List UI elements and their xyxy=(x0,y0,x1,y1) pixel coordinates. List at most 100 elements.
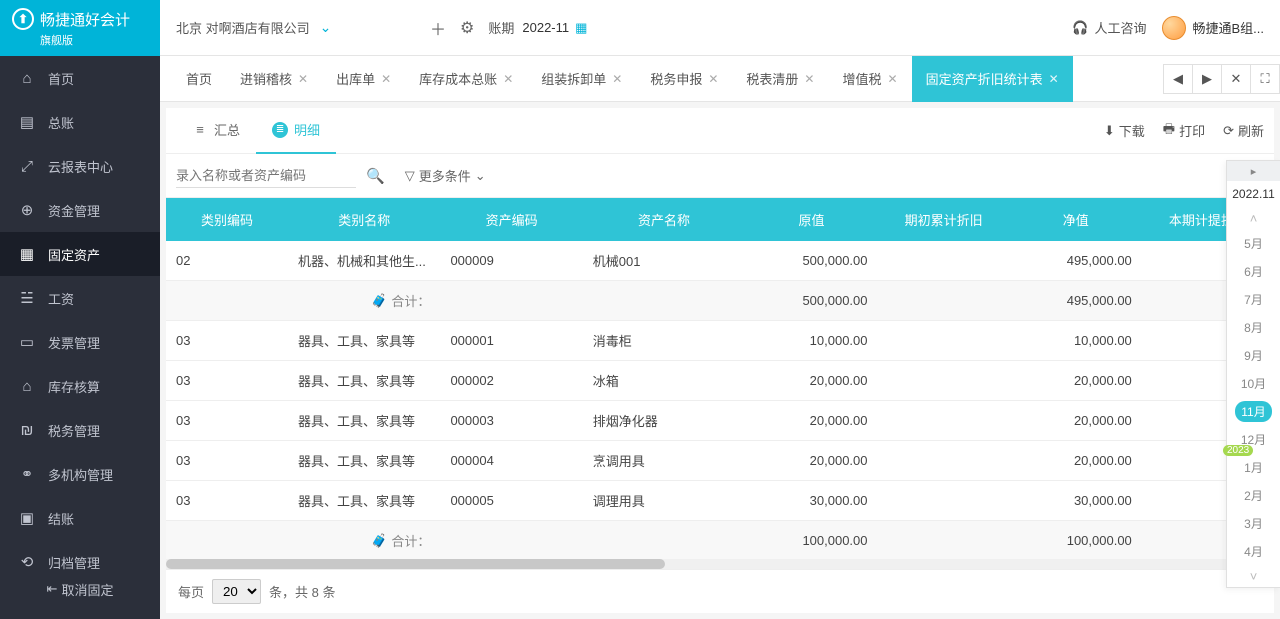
nav-item[interactable]: ▭ 发票管理 xyxy=(0,320,160,364)
nav-item[interactable]: ⌂首页 xyxy=(0,56,160,100)
nav-item[interactable]: ₪税务管理 xyxy=(0,408,160,452)
search-input[interactable] xyxy=(176,164,356,188)
date-rail: ▸ 2022.11 ˄ 5月6月7月8月9月10月11月12月20231月2月3… xyxy=(1226,160,1280,588)
consult-button[interactable]: 🎧 人工咨询 xyxy=(1072,18,1146,37)
download-button[interactable]: ⬇下载 xyxy=(1104,120,1145,142)
column-header[interactable]: 类别名称 xyxy=(288,198,440,241)
brand-name: 畅捷通好会计 xyxy=(40,9,130,30)
tab-close-icon[interactable]: ✕ xyxy=(804,72,814,86)
nav-item[interactable]: ▣结账 xyxy=(0,496,160,540)
nav-item[interactable]: ▦固定资产 xyxy=(0,232,160,276)
gear-icon[interactable]: ⚙ xyxy=(460,18,474,38)
per-page-select[interactable]: 20 xyxy=(212,579,261,604)
table-row[interactable]: 03 器具、工具、家具等 000002 冰箱 20,000.00 20,000.… xyxy=(166,361,1274,401)
tab-close-icon[interactable]: ✕ xyxy=(1049,72,1059,86)
nav-label: 发票管理 xyxy=(48,333,100,352)
rail-month[interactable]: 20231月 xyxy=(1227,453,1280,481)
tab-next-button[interactable]: ▶ xyxy=(1192,64,1222,94)
nav-item[interactable]: ⤢云报表中心 xyxy=(0,144,160,188)
rail-month[interactable]: 10月 xyxy=(1227,369,1280,397)
tab[interactable]: 税务申报✕ xyxy=(636,56,732,102)
tab[interactable]: 税表清册✕ xyxy=(732,56,828,102)
subtab-summary[interactable]: ≡ 汇总 xyxy=(176,108,256,154)
nav-icon: ⤢ xyxy=(18,157,36,175)
rail-month[interactable]: 5月 xyxy=(1227,229,1280,257)
cell-cat-name: 器具、工具、家具等 xyxy=(288,401,440,441)
content-area: ≡ 汇总 ≣ 明细 ⬇下载 🖶打印 ⟳刷新 🔍 ▽ 更多条件 ⌄ xyxy=(160,102,1280,619)
cell-orig: 30,000.00 xyxy=(745,481,877,521)
tab[interactable]: 首页 xyxy=(172,56,226,102)
nav-item[interactable]: ☱工资 xyxy=(0,276,160,320)
tab[interactable]: 增值税✕ xyxy=(828,56,911,102)
nav-item[interactable]: ⊕资金管理 xyxy=(0,188,160,232)
more-filter-button[interactable]: ▽ 更多条件 ⌄ xyxy=(405,166,486,185)
tab[interactable]: 固定资产折旧统计表✕ xyxy=(912,56,1073,102)
table-row[interactable]: 🧳合计： 100,000.00 100,000.00 xyxy=(166,521,1274,560)
tab[interactable]: 进销稽核✕ xyxy=(226,56,322,102)
tab[interactable]: 组装拆卸单✕ xyxy=(527,56,636,102)
subtab-bar: ≡ 汇总 ≣ 明细 ⬇下载 🖶打印 ⟳刷新 xyxy=(166,108,1274,154)
tab[interactable]: 出库单✕ xyxy=(322,56,405,102)
rail-month[interactable]: 6月 xyxy=(1227,257,1280,285)
table-row[interactable]: 🧳合计： 500,000.00 495,000.00 5,000 xyxy=(166,281,1274,321)
search-icon[interactable]: 🔍 xyxy=(366,167,385,185)
cell-asset-name: 机械001 xyxy=(583,241,746,281)
rail-scroll-down[interactable]: ˅ xyxy=(1227,565,1280,587)
cell-cat-name: 机器、机械和其他生... xyxy=(288,241,440,281)
horizontal-scrollbar[interactable] xyxy=(166,559,1274,569)
rail-month[interactable]: 2月 xyxy=(1227,481,1280,509)
column-header[interactable]: 资产编码 xyxy=(440,198,582,241)
user-menu[interactable]: 畅捷通B组... xyxy=(1162,16,1264,40)
table-scroll[interactable]: 类别编码类别名称资产编码资产名称原值期初累计折旧净值本期计提折旧 02 机器、机… xyxy=(166,198,1274,559)
cell-begin-dep xyxy=(878,481,1010,521)
column-header[interactable]: 原值 xyxy=(745,198,877,241)
nav-item[interactable]: ⚭多机构管理 xyxy=(0,452,160,496)
nav-icon: ▤ xyxy=(18,113,36,131)
cell-net: 495,000.00 xyxy=(1010,281,1142,321)
table-row[interactable]: 03 器具、工具、家具等 000001 消毒柜 10,000.00 10,000… xyxy=(166,321,1274,361)
rail-collapse[interactable]: ▸ xyxy=(1227,161,1280,181)
tab-close-button[interactable]: ✕ xyxy=(1221,64,1251,94)
cell-cat-code: 03 xyxy=(166,441,288,481)
subtab-detail[interactable]: ≣ 明细 xyxy=(256,108,336,154)
cancel-fixed-button[interactable]: ⇤ 取消固定 xyxy=(0,571,160,607)
column-header[interactable]: 资产名称 xyxy=(583,198,746,241)
rail-month[interactable]: 4月 xyxy=(1227,537,1280,565)
table-row[interactable]: 03 器具、工具、家具等 000004 烹调用具 20,000.00 20,00… xyxy=(166,441,1274,481)
column-header[interactable]: 期初累计折旧 xyxy=(878,198,1010,241)
nav-icon: ▭ xyxy=(18,333,36,351)
tab[interactable]: 库存成本总账✕ xyxy=(405,56,527,102)
cell-begin-dep xyxy=(878,281,1010,321)
rail-month[interactable]: 7月 xyxy=(1227,285,1280,313)
tab-close-icon[interactable]: ✕ xyxy=(298,72,308,86)
table-row[interactable]: 03 器具、工具、家具等 000003 排烟净化器 20,000.00 20,0… xyxy=(166,401,1274,441)
refresh-button[interactable]: ⟳刷新 xyxy=(1223,120,1264,142)
table-row[interactable]: 02 机器、机械和其他生... 000009 机械001 500,000.00 … xyxy=(166,241,1274,281)
add-icon[interactable]: ＋ xyxy=(430,16,446,40)
rail-scroll-up[interactable]: ˄ xyxy=(1227,207,1280,229)
tab-prev-button[interactable]: ◀ xyxy=(1163,64,1193,94)
company-selector[interactable]: 北京 对啊酒店有限公司 ⌄ xyxy=(176,18,416,37)
nav-item[interactable]: ⌂库存核算 xyxy=(0,364,160,408)
column-header[interactable]: 类别编码 xyxy=(166,198,288,241)
tab-close-icon[interactable]: ✕ xyxy=(503,72,513,86)
rail-month[interactable]: 11月 xyxy=(1227,397,1280,425)
column-header[interactable]: 净值 xyxy=(1010,198,1142,241)
tab-close-icon[interactable]: ✕ xyxy=(381,72,391,86)
tab-close-icon[interactable]: ✕ xyxy=(888,72,898,86)
rail-month[interactable]: 8月 xyxy=(1227,313,1280,341)
nav-label: 税务管理 xyxy=(48,421,100,440)
rail-month[interactable]: 9月 xyxy=(1227,341,1280,369)
rail-year[interactable]: 2022.11 xyxy=(1227,181,1280,207)
scrollbar-thumb[interactable] xyxy=(166,559,665,569)
calendar-icon[interactable]: ▦ xyxy=(575,20,587,36)
table-row[interactable]: 03 器具、工具、家具等 000005 调理用具 30,000.00 30,00… xyxy=(166,481,1274,521)
fullscreen-button[interactable]: ⛶ xyxy=(1250,64,1280,94)
print-button[interactable]: 🖶打印 xyxy=(1163,120,1205,142)
cell-orig: 20,000.00 xyxy=(745,401,877,441)
rail-month[interactable]: 3月 xyxy=(1227,509,1280,537)
tab-close-icon[interactable]: ✕ xyxy=(612,72,622,86)
nav-item[interactable]: ▤总账 xyxy=(0,100,160,144)
nav-label: 结账 xyxy=(48,509,74,528)
tab-close-icon[interactable]: ✕ xyxy=(708,72,718,86)
